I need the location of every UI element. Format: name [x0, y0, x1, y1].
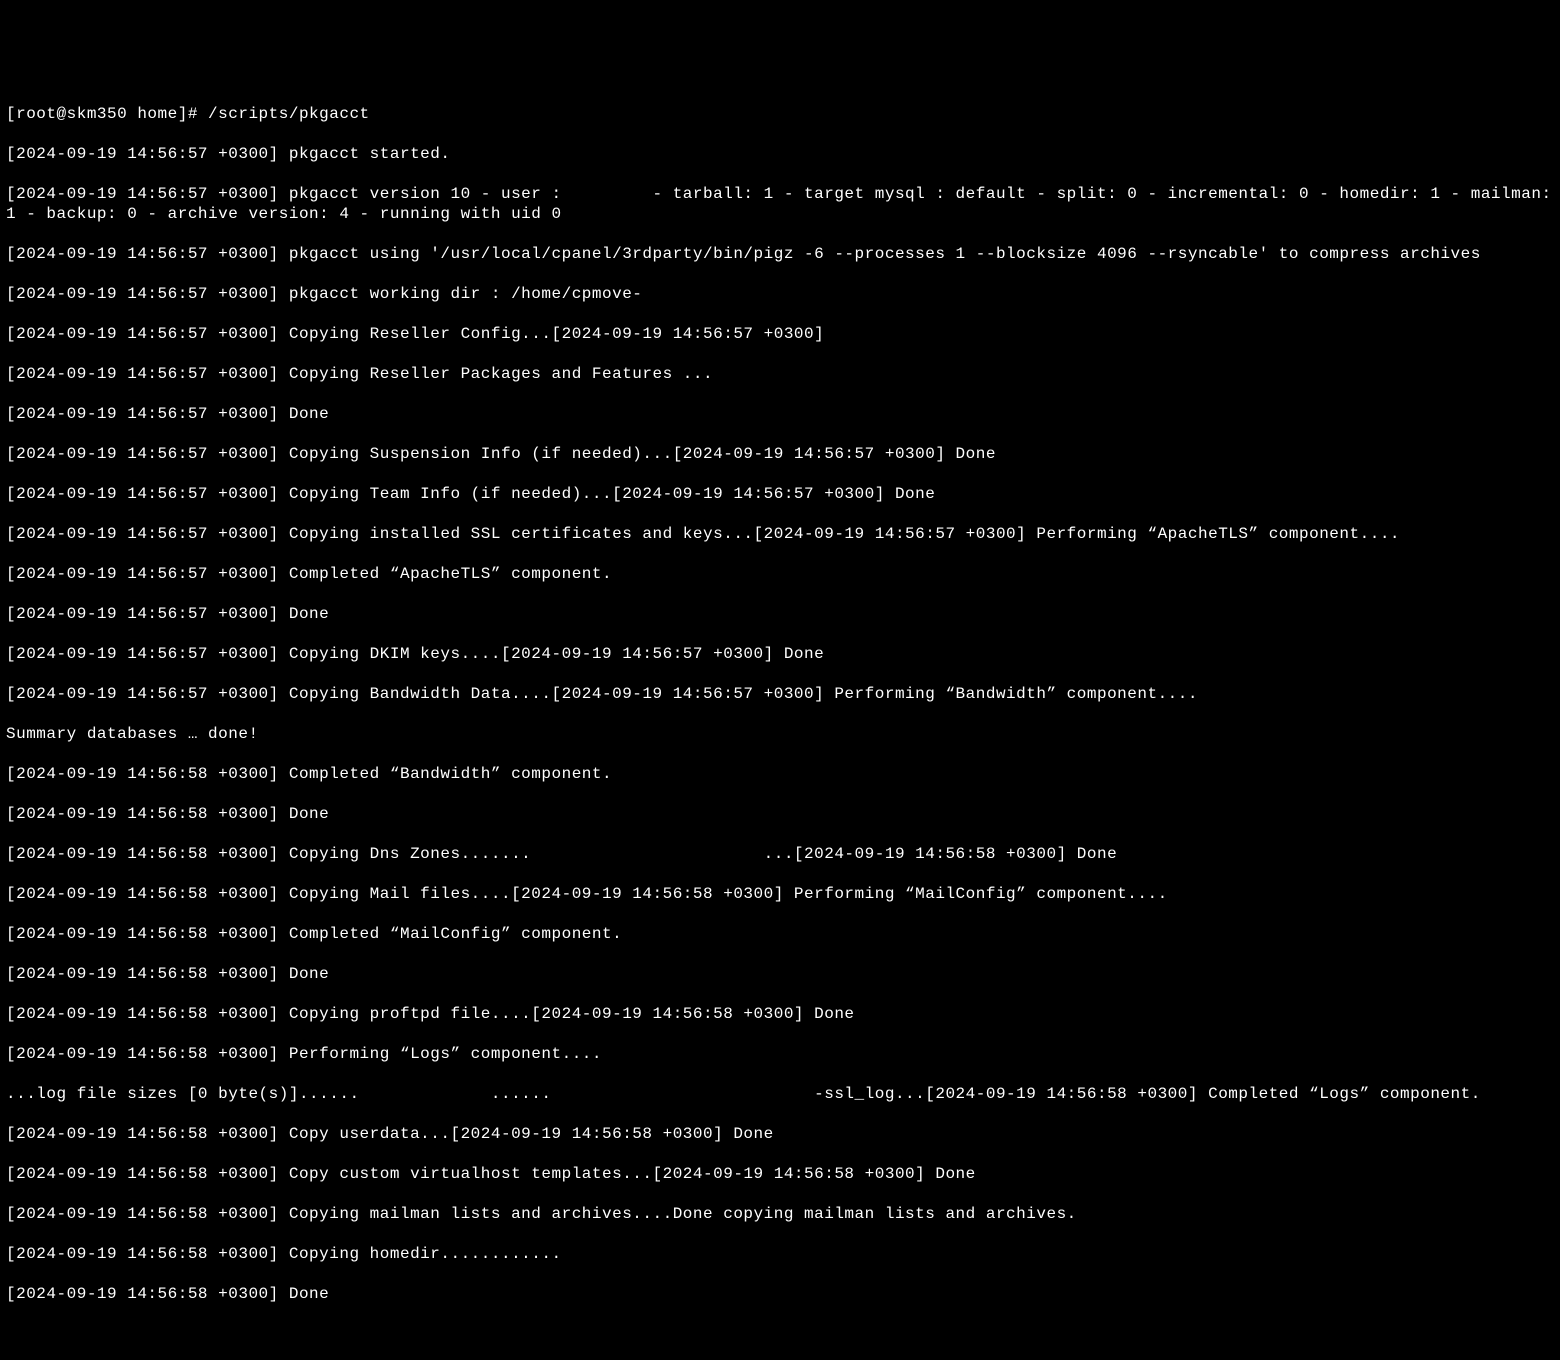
- log-line: [2024-09-19 14:56:58 +0300] Completed “B…: [6, 764, 1554, 784]
- terminal-prompt: [root@skm350 home]# /scripts/pkgacct: [6, 104, 1554, 124]
- log-line: [2024-09-19 14:56:57 +0300] Copying Rese…: [6, 364, 1554, 384]
- log-line: [2024-09-19 14:56:58 +0300] Copying mail…: [6, 1204, 1554, 1224]
- log-line: [2024-09-19 14:56:58 +0300] Copying prof…: [6, 1004, 1554, 1024]
- log-line: [2024-09-19 14:56:57 +0300] Copying Susp…: [6, 444, 1554, 464]
- log-line: [2024-09-19 14:56:57 +0300] Copying Team…: [6, 484, 1554, 504]
- log-line: [2024-09-19 14:56:58 +0300] Done: [6, 804, 1554, 824]
- log-line: [2024-09-19 14:56:57 +0300] Copying inst…: [6, 524, 1554, 544]
- log-line: [2024-09-19 14:56:58 +0300] Performing “…: [6, 1044, 1554, 1064]
- log-line: [2024-09-19 14:56:57 +0300] Copying Band…: [6, 684, 1554, 704]
- log-line: [2024-09-19 14:56:58 +0300] Completed “M…: [6, 924, 1554, 944]
- log-line: [2024-09-19 14:56:58 +0300] Copying Mail…: [6, 884, 1554, 904]
- log-line: [2024-09-19 14:56:57 +0300] Completed “A…: [6, 564, 1554, 584]
- log-line: [2024-09-19 14:56:58 +0300] Done: [6, 1284, 1554, 1304]
- log-line: [2024-09-19 14:56:57 +0300] Copying Rese…: [6, 324, 1554, 344]
- log-line: [2024-09-19 14:56:57 +0300] Done: [6, 604, 1554, 624]
- log-line: [2024-09-19 14:56:57 +0300] Done: [6, 404, 1554, 424]
- log-line: [2024-09-19 14:56:58 +0300] Copying home…: [6, 1244, 1554, 1264]
- log-line: [2024-09-19 14:56:58 +0300] Copying Dns …: [6, 844, 1554, 864]
- log-line: [2024-09-19 14:56:57 +0300] Copying DKIM…: [6, 644, 1554, 664]
- log-line: [2024-09-19 14:56:57 +0300] pkgacct work…: [6, 284, 1554, 304]
- log-line: [2024-09-19 14:56:57 +0300] pkgacct usin…: [6, 244, 1554, 264]
- log-line: [2024-09-19 14:56:57 +0300] pkgacct star…: [6, 144, 1554, 164]
- log-line: Summary databases … done!: [6, 724, 1554, 744]
- log-line: [2024-09-19 14:56:58 +0300] Copy custom …: [6, 1164, 1554, 1184]
- log-line: ...log file sizes [0 byte(s)]...... ....…: [6, 1084, 1554, 1104]
- log-line: [2024-09-19 14:56:57 +0300] pkgacct vers…: [6, 184, 1554, 224]
- log-line: [2024-09-19 14:56:58 +0300] Copy userdat…: [6, 1124, 1554, 1144]
- log-line: [2024-09-19 14:56:58 +0300] Done: [6, 964, 1554, 984]
- terminal-output: [root@skm350 home]# /scripts/pkgacct [20…: [6, 84, 1554, 1324]
